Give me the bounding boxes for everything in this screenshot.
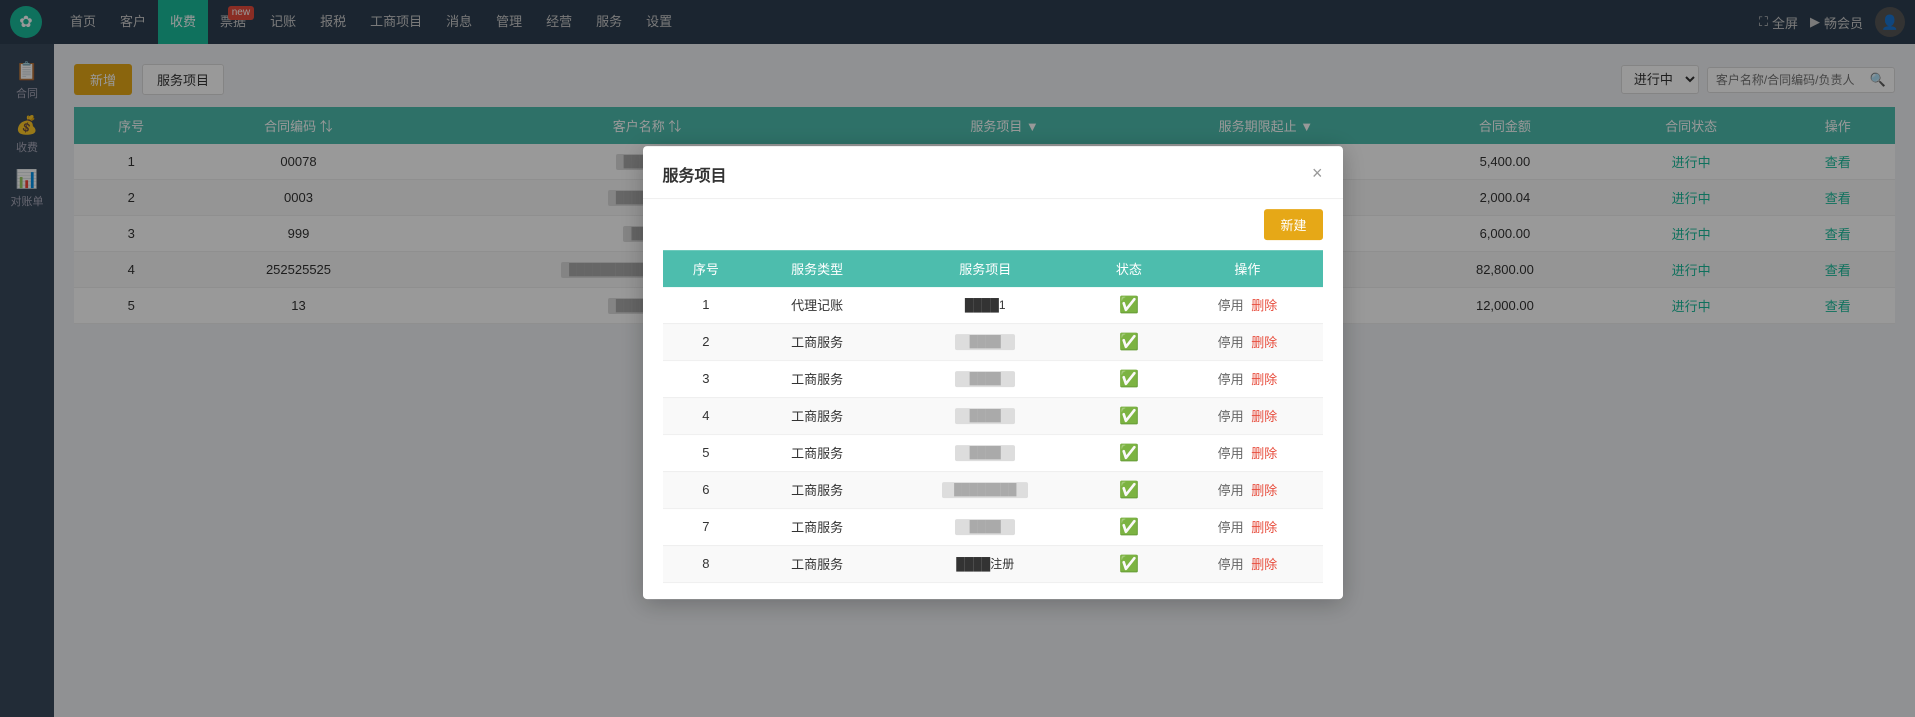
modal-cell-item: ████ (885, 508, 1086, 545)
modal-cell-seq: 6 (663, 471, 750, 508)
modal-cell-status: ✅ (1086, 508, 1173, 545)
modal-table-row: 2 工商服务 ████ ✅ 停用 删除 (663, 323, 1323, 360)
modal-cell-status: ✅ (1086, 397, 1173, 434)
stop-button[interactable]: 停用 (1218, 446, 1244, 461)
modal-cell-item: ████████ (885, 471, 1086, 508)
stop-button[interactable]: 停用 (1218, 372, 1244, 387)
modal-table-row: 6 工商服务 ████████ ✅ 停用 删除 (663, 471, 1323, 508)
modal-col-status: 状态 (1086, 250, 1173, 287)
modal-cell-status: ✅ (1086, 545, 1173, 582)
modal-cell-seq: 1 (663, 287, 750, 324)
modal-table-row: 1 代理记账 ████1 ✅ 停用 删除 (663, 287, 1323, 324)
modal-cell-item: ████注册 (885, 545, 1086, 582)
modal-cell-type: 工商服务 (749, 471, 885, 508)
modal-cell-seq: 5 (663, 434, 750, 471)
modal-cell-seq: 7 (663, 508, 750, 545)
modal-cell-action: 停用 删除 (1172, 323, 1322, 360)
modal-cell-action: 停用 删除 (1172, 360, 1322, 397)
modal-cell-seq: 8 (663, 545, 750, 582)
modal-close-button[interactable]: × (1312, 163, 1323, 184)
modal-table-row: 3 工商服务 ████ ✅ 停用 删除 (663, 360, 1323, 397)
stop-button[interactable]: 停用 (1218, 520, 1244, 535)
modal-title: 服务项目 (663, 162, 727, 186)
modal-cell-type: 代理记账 (749, 287, 885, 324)
modal-header: 服务项目 × (643, 146, 1343, 199)
modal-cell-action: 停用 删除 (1172, 397, 1322, 434)
modal-toolbar: 新建 (643, 199, 1343, 250)
modal-cell-status: ✅ (1086, 323, 1173, 360)
delete-button[interactable]: 删除 (1251, 335, 1277, 350)
delete-button[interactable]: 删除 (1251, 298, 1277, 313)
modal-cell-action: 停用 删除 (1172, 287, 1322, 324)
modal-cell-item: ████ (885, 434, 1086, 471)
modal-cell-action: 停用 删除 (1172, 545, 1322, 582)
modal-cell-type: 工商服务 (749, 323, 885, 360)
modal-cell-type: 工商服务 (749, 545, 885, 582)
modal-cell-status: ✅ (1086, 434, 1173, 471)
modal-table-row: 4 工商服务 ████ ✅ 停用 删除 (663, 397, 1323, 434)
modal-col-item: 服务项目 (885, 250, 1086, 287)
modal-cell-type: 工商服务 (749, 360, 885, 397)
modal-cell-action: 停用 删除 (1172, 508, 1322, 545)
service-items-table: 序号 服务类型 服务项目 状态 操作 1 代理记账 ████1 ✅ 停用 删除 … (663, 250, 1323, 583)
modal-cell-status: ✅ (1086, 360, 1173, 397)
modal-cell-action: 停用 删除 (1172, 471, 1322, 508)
modal-cell-type: 工商服务 (749, 508, 885, 545)
modal-table-row: 7 工商服务 ████ ✅ 停用 删除 (663, 508, 1323, 545)
modal-col-action: 操作 (1172, 250, 1322, 287)
modal-cell-item: ████ (885, 397, 1086, 434)
delete-button[interactable]: 删除 (1251, 483, 1277, 498)
modal-cell-seq: 4 (663, 397, 750, 434)
modal-cell-type: 工商服务 (749, 434, 885, 471)
modal-new-button[interactable]: 新建 (1264, 209, 1322, 240)
stop-button[interactable]: 停用 (1218, 483, 1244, 498)
delete-button[interactable]: 删除 (1251, 372, 1277, 387)
delete-button[interactable]: 删除 (1251, 409, 1277, 424)
modal-cell-item: ████ (885, 360, 1086, 397)
delete-button[interactable]: 删除 (1251, 446, 1277, 461)
modal-table-row: 8 工商服务 ████注册 ✅ 停用 删除 (663, 545, 1323, 582)
stop-button[interactable]: 停用 (1218, 298, 1244, 313)
stop-button[interactable]: 停用 (1218, 557, 1244, 572)
modal-cell-status: ✅ (1086, 287, 1173, 324)
stop-button[interactable]: 停用 (1218, 335, 1244, 350)
delete-button[interactable]: 删除 (1251, 520, 1277, 535)
modal-cell-seq: 2 (663, 323, 750, 360)
delete-button[interactable]: 删除 (1251, 557, 1277, 572)
modal-cell-seq: 3 (663, 360, 750, 397)
service-items-modal: 服务项目 × 新建 序号 服务类型 服务项目 状态 操作 1 代理记账 ████… (643, 146, 1343, 599)
modal-col-type: 服务类型 (749, 250, 885, 287)
modal-cell-type: 工商服务 (749, 397, 885, 434)
modal-cell-action: 停用 删除 (1172, 434, 1322, 471)
modal-col-seq: 序号 (663, 250, 750, 287)
modal-body: 序号 服务类型 服务项目 状态 操作 1 代理记账 ████1 ✅ 停用 删除 … (643, 250, 1343, 599)
stop-button[interactable]: 停用 (1218, 409, 1244, 424)
modal-table-header: 序号 服务类型 服务项目 状态 操作 (663, 250, 1323, 287)
modal-cell-item: ████ (885, 323, 1086, 360)
modal-cell-status: ✅ (1086, 471, 1173, 508)
modal-table-row: 5 工商服务 ████ ✅ 停用 删除 (663, 434, 1323, 471)
modal-cell-item: ████1 (885, 287, 1086, 324)
